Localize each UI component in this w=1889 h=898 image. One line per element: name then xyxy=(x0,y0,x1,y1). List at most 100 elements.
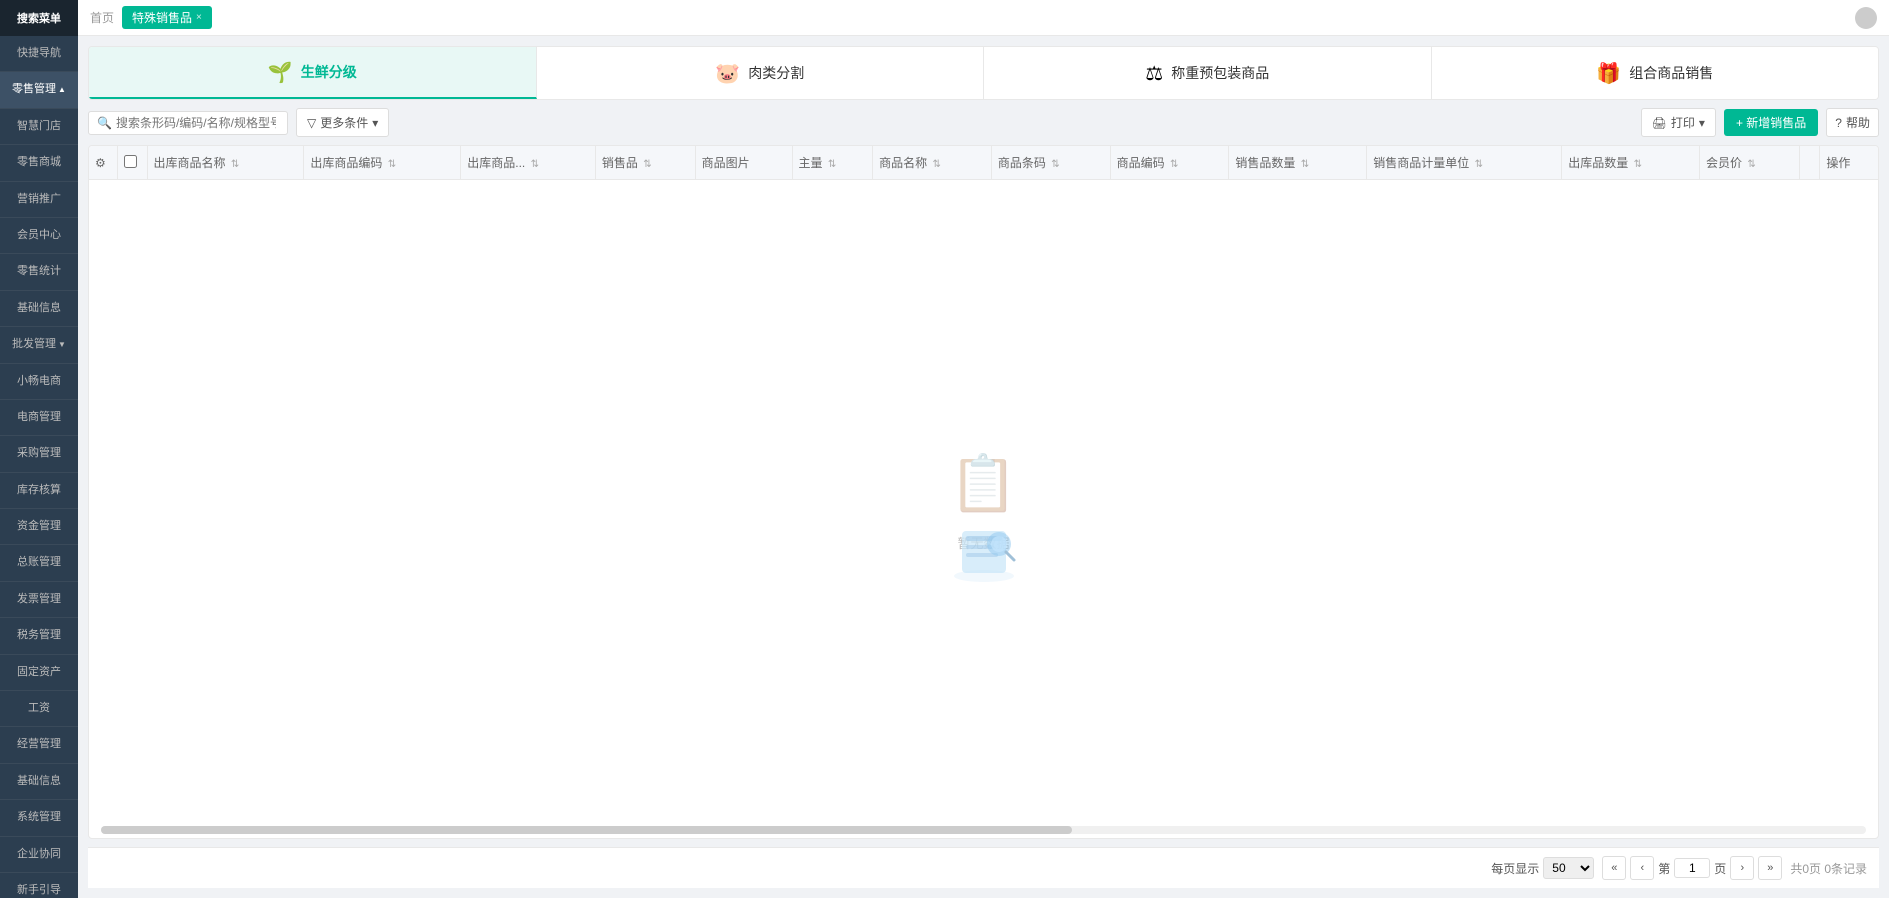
col-out-item-label: 出库商品... xyxy=(467,156,525,170)
data-table-container: ⚙ 出库商品名称 ⇅ 出库商品编码 ⇅ 出库商品 xyxy=(88,145,1879,839)
current-tab-tag[interactable]: 特殊销售品 × xyxy=(122,6,212,29)
col-out-qty-sort: ⇅ xyxy=(1634,159,1642,170)
page-nav: « ‹ 第 页 › » xyxy=(1602,856,1782,880)
topbar: 首页 特殊销售品 × xyxy=(78,0,1889,36)
fresh-grade-label: 生鲜分级 xyxy=(301,62,357,82)
page-label: 第 xyxy=(1658,860,1670,877)
sidebar-item-finance[interactable]: 资金管理 xyxy=(0,509,78,545)
col-operate-label: 操作 xyxy=(1826,156,1850,170)
page-input-area: 第 页 xyxy=(1658,858,1726,878)
sidebar-item-retail-stats[interactable]: 零售统计 xyxy=(0,254,78,290)
col-weight-label: 主量 xyxy=(799,156,823,170)
col-goods-code[interactable]: 商品编码 ⇅ xyxy=(1110,146,1229,180)
filter-label: 更多条件 xyxy=(320,114,368,131)
sidebar-logo[interactable]: 搜索菜单 xyxy=(0,0,78,36)
col-sale-unit-sort: ⇅ xyxy=(1475,159,1483,170)
sidebar-item-retail-mgmt[interactable]: 零售管理 ▲ xyxy=(0,72,78,108)
col-goods-name[interactable]: 商品名称 ⇅ xyxy=(873,146,992,180)
col-out-code-sort: ⇅ xyxy=(388,159,396,170)
col-goods-name-sort: ⇅ xyxy=(933,159,941,170)
tab-meat-division[interactable]: 🐷 肉类分割 xyxy=(537,47,985,99)
col-goods-code-label: 商品编码 xyxy=(1117,156,1165,170)
filter-icon: ▽ xyxy=(307,116,316,130)
wholesale-arrow: ▼ xyxy=(58,339,66,350)
tab-weight-pack[interactable]: ⚖ 称重预包装商品 xyxy=(984,47,1432,99)
col-out-code[interactable]: 出库商品编码 ⇅ xyxy=(304,146,461,180)
col-out-name[interactable]: 出库商品名称 ⇅ xyxy=(147,146,304,180)
sidebar-item-beginner[interactable]: 新手引导 xyxy=(0,873,78,898)
col-checkbox[interactable] xyxy=(117,146,147,180)
col-sale-item-sort: ⇅ xyxy=(643,159,651,170)
next-page-button[interactable]: › xyxy=(1730,856,1754,880)
first-page-button[interactable]: « xyxy=(1602,856,1626,880)
sidebar-item-retail-mall[interactable]: 零售商城 xyxy=(0,145,78,181)
tab-fresh-grade[interactable]: 🌱 生鲜分级 xyxy=(89,47,537,99)
pagination: 每页显示 10 20 50 100 « ‹ 第 页 › » 共0页 xyxy=(88,847,1879,888)
sidebar-item-basic-info[interactable]: 基础信息 xyxy=(0,291,78,327)
table-header: ⚙ 出库商品名称 ⇅ 出库商品编码 ⇅ 出库商品 xyxy=(89,146,1878,180)
retail-mgmt-arrow: ▲ xyxy=(58,84,66,95)
col-weight-sort: ⇅ xyxy=(828,159,836,170)
fresh-grade-icon: 🌱 xyxy=(268,60,293,85)
col-member-price-label: 会员价 xyxy=(1706,156,1742,170)
sidebar-item-purchase-mgmt[interactable]: 采购管理 xyxy=(0,436,78,472)
col-sale-item[interactable]: 销售品 ⇅ xyxy=(595,146,695,180)
help-button[interactable]: ? 帮助 xyxy=(1826,108,1879,137)
combo-sale-icon: 🎁 xyxy=(1596,61,1621,86)
sidebar-item-wholesale-mgmt[interactable]: 批发管理 ▼ xyxy=(0,327,78,363)
page-size-selector: 每页显示 10 20 50 100 xyxy=(1491,857,1594,879)
per-page-select[interactable]: 10 20 50 100 xyxy=(1543,857,1594,879)
page-content: 🌱 生鲜分级 🐷 肉类分割 ⚖ 称重预包装商品 🎁 组合商品销售 🔍 xyxy=(78,36,1889,898)
sidebar-item-basic-info2[interactable]: 基础信息 xyxy=(0,764,78,800)
last-page-button[interactable]: » xyxy=(1758,856,1782,880)
per-page-label: 每页显示 xyxy=(1491,860,1539,877)
horizontal-scrollbar[interactable] xyxy=(101,826,1866,834)
sidebar-item-general-ledger[interactable]: 总账管理 xyxy=(0,545,78,581)
sidebar-item-member-center[interactable]: 会员中心 xyxy=(0,218,78,254)
col-goods-barcode[interactable]: 商品条码 ⇅ xyxy=(991,146,1110,180)
breadcrumb-home[interactable]: 首页 xyxy=(90,9,114,26)
col-sale-qty[interactable]: 销售品数量 ⇅ xyxy=(1229,146,1367,180)
prev-page-button[interactable]: ‹ xyxy=(1630,856,1654,880)
add-sale-button[interactable]: + 新增销售品 xyxy=(1724,109,1818,136)
col-sale-unit[interactable]: 销售商品计量单位 ⇅ xyxy=(1367,146,1562,180)
sidebar-item-ecom-mgmt[interactable]: 电商管理 xyxy=(0,400,78,436)
search-box[interactable]: 🔍 xyxy=(88,111,288,135)
user-avatar[interactable] xyxy=(1855,7,1877,29)
select-all-checkbox[interactable] xyxy=(124,155,137,168)
col-member-price[interactable]: 会员价 ⇅ xyxy=(1700,146,1800,180)
sidebar-item-marketing[interactable]: 营销推广 xyxy=(0,182,78,218)
col-weight[interactable]: 主量 ⇅ xyxy=(792,146,873,180)
toolbar-right: 🖨 打印 ▾ + 新增销售品 ? 帮助 xyxy=(1641,108,1879,137)
scroll-thumb[interactable] xyxy=(101,826,1072,834)
sidebar-item-ops-mgmt[interactable]: 经营管理 xyxy=(0,727,78,763)
main-content: 首页 特殊销售品 × 🌱 生鲜分级 🐷 肉类分割 ⚖ 称重预包装商品 xyxy=(78,0,1889,898)
page-number-input[interactable] xyxy=(1674,858,1710,878)
sidebar-item-fixed-assets[interactable]: 固定资产 xyxy=(0,655,78,691)
sidebar-item-enterprise[interactable]: 企业协同 xyxy=(0,837,78,873)
topbar-right xyxy=(1855,7,1877,29)
close-tab-icon[interactable]: × xyxy=(196,12,202,23)
page-info: 共0页 0条记录 xyxy=(1790,860,1867,877)
sidebar-item-mini-ecom[interactable]: 小畅电商 xyxy=(0,364,78,400)
sidebar-item-inventory[interactable]: 库存核算 xyxy=(0,473,78,509)
col-out-qty[interactable]: 出库品数量 ⇅ xyxy=(1562,146,1700,180)
sidebar-item-invoice-mgmt[interactable]: 发票管理 xyxy=(0,582,78,618)
sidebar-item-salary[interactable]: 工资 xyxy=(0,691,78,727)
sidebar-item-sys-mgmt[interactable]: 系统管理 xyxy=(0,800,78,836)
sidebar-item-tax-mgmt[interactable]: 税务管理 xyxy=(0,618,78,654)
col-out-item[interactable]: 出库商品... ⇅ xyxy=(461,146,596,180)
sidebar-item-smart-store[interactable]: 智慧门店 xyxy=(0,109,78,145)
col-out-name-sort: ⇅ xyxy=(231,159,239,170)
add-label: + 新增销售品 xyxy=(1736,114,1806,131)
col-sale-qty-label: 销售品数量 xyxy=(1235,156,1295,170)
empty-illustration xyxy=(944,451,1024,521)
search-input[interactable] xyxy=(116,116,276,130)
filter-button[interactable]: ▽ 更多条件 ▾ xyxy=(296,108,389,137)
print-button[interactable]: 🖨 打印 ▾ xyxy=(1641,108,1716,137)
col-settings[interactable]: ⚙ xyxy=(89,146,117,180)
col-out-name-label: 出库商品名称 xyxy=(154,156,226,170)
col-goods-code-sort: ⇅ xyxy=(1170,159,1178,170)
sidebar-item-quick-nav[interactable]: 快捷导航 xyxy=(0,36,78,72)
tab-combo-sale[interactable]: 🎁 组合商品销售 xyxy=(1432,47,1879,99)
